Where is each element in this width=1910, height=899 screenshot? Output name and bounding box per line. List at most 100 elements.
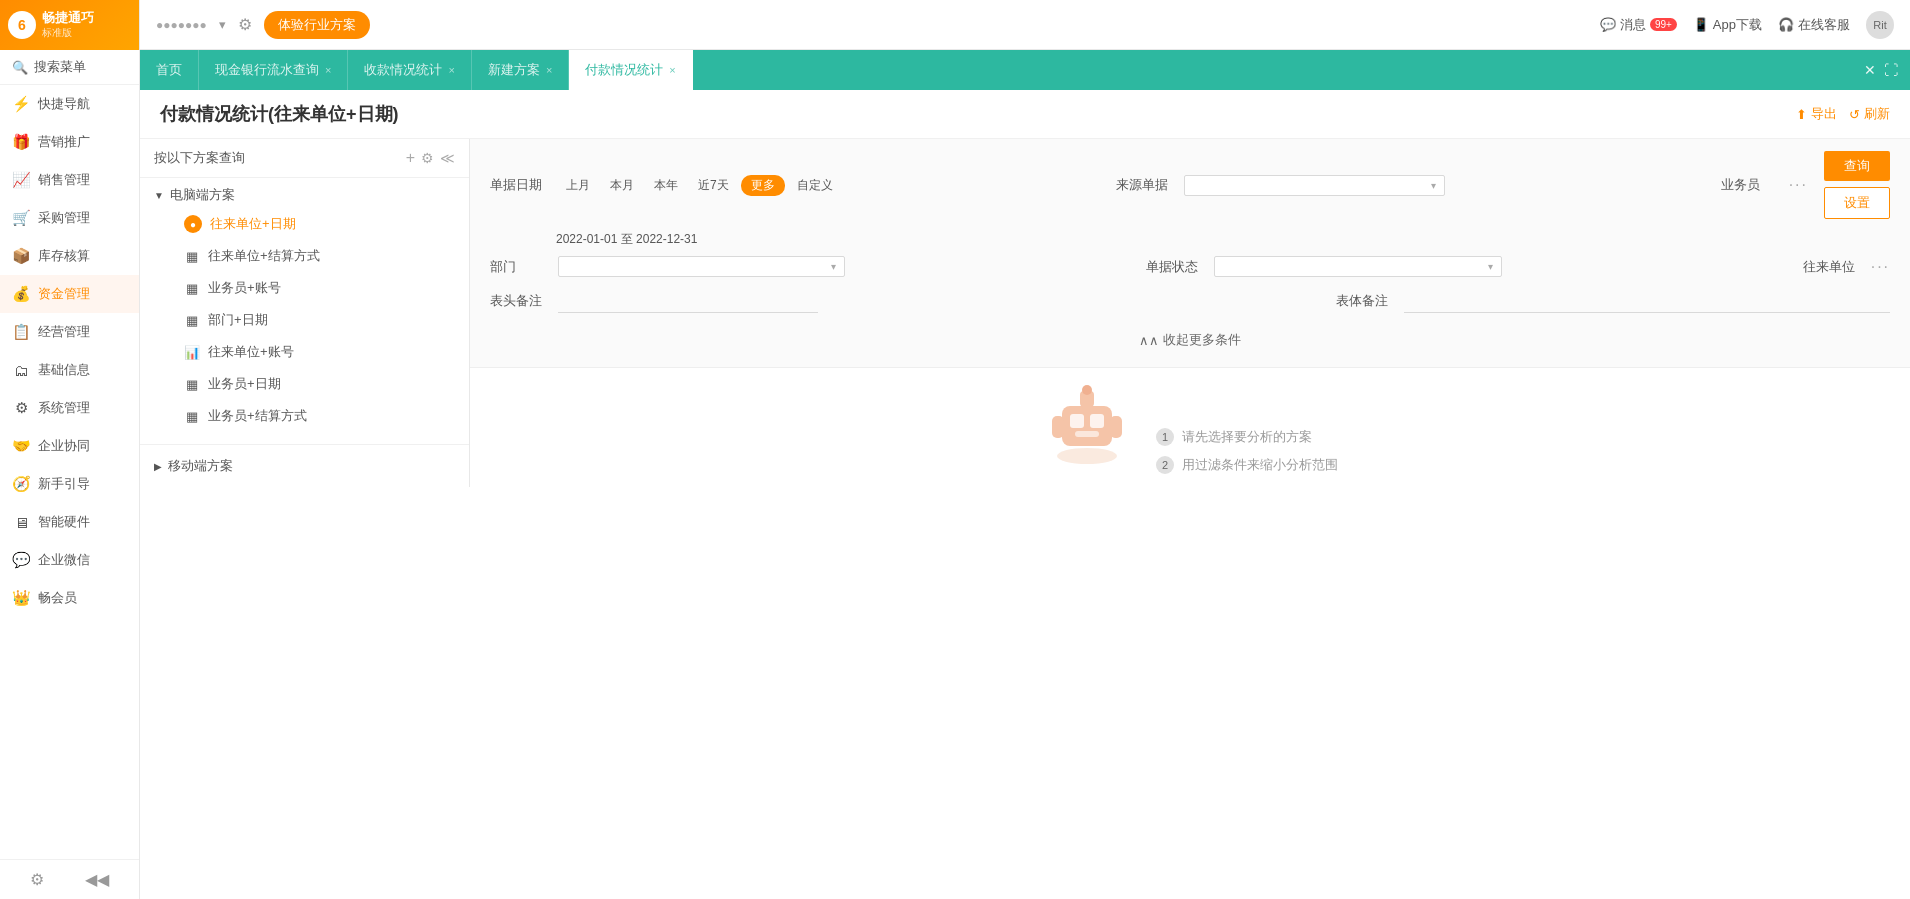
message-action[interactable]: 💬 消息 99+ [1600,16,1677,34]
scheme-item-dept-date[interactable]: ▦ 部门+日期 [154,304,455,336]
export-icon: ⬆ [1796,107,1807,122]
desktop-section-title[interactable]: ▼ 电脑端方案 [154,186,455,204]
date-range-row: 2022-01-01 至 2022-12-31 [490,231,1890,248]
counterpart-dots[interactable]: ··· [1871,258,1890,276]
refresh-btn[interactable]: ↺ 刷新 [1849,105,1890,123]
tab-fullscreen-icon[interactable]: ⛶ [1884,62,1898,78]
purchase-label: 采购管理 [38,209,90,227]
tab-bank-close[interactable]: × [325,64,331,76]
search-label: 搜索菜单 [34,58,86,76]
sidebar-item-basic[interactable]: 🗂 基础信息 [0,351,139,389]
hint-num-2: 2 [1156,456,1174,474]
export-btn[interactable]: ⬆ 导出 [1796,105,1837,123]
header-note-input[interactable] [558,289,818,313]
sidebar-item-sales[interactable]: 📈 销售管理 [0,161,139,199]
empty-hints: 1 请先选择要分析的方案 2 用过滤条件来缩小分析范围 [1156,428,1338,474]
scheme-settings-icon[interactable]: ⚙ [421,150,434,166]
tab-home[interactable]: 首页 [140,50,199,90]
tab-collection-close[interactable]: × [448,64,454,76]
sidebar-item-wechat[interactable]: 💬 企业微信 [0,541,139,579]
user-avatar[interactable]: Rit [1866,11,1894,39]
sidebar-item-quicknav[interactable]: ⚡ 快捷导航 [0,85,139,123]
scheme-item-counterpart-account[interactable]: 📊 往来单位+账号 [154,336,455,368]
tab-close-all-icon[interactable]: ✕ [1864,62,1876,78]
tab-new-plan-close[interactable]: × [546,64,552,76]
topbar-user: ●●●●●●● [156,18,207,32]
tab-new-plan[interactable]: 新建方案 × [472,50,569,90]
app-download-label: App下载 [1713,16,1762,34]
collapse-sidebar-icon[interactable]: ◀◀ [85,870,109,889]
scheme-item-staff-settle[interactable]: ▦ 业务员+结算方式 [154,400,455,432]
logo-sub: 标准版 [42,26,94,40]
dept-select[interactable]: ▾ [558,256,845,277]
desktop-arrow-icon: ▼ [154,190,164,201]
system-label: 系统管理 [38,399,90,417]
logo-title: 畅捷通巧 [42,10,94,26]
hardware-label: 智能硬件 [38,513,90,531]
sidebar-item-vip[interactable]: 👑 畅会员 [0,579,139,617]
logo-text-group: 畅捷通巧 标准版 [42,10,94,40]
settings-bottom-icon[interactable]: ⚙ [30,870,44,889]
topbar-settings-icon[interactable]: ⚙ [238,15,252,34]
funds-icon: 💰 [12,285,30,303]
main-area: ●●●●●●● ▾ ⚙ 体验行业方案 💬 消息 99+ 📱 App下载 🎧 在线… [140,0,1910,899]
tab-home-label: 首页 [156,61,182,79]
tab-bank[interactable]: 现金银行流水查询 × [199,50,348,90]
tab-payment[interactable]: 付款情况统计 × [569,50,692,90]
date-option-thisyear[interactable]: 本年 [646,174,686,197]
filter-btn-group: 查询 设置 [1824,151,1890,219]
scheme-item-staff-date[interactable]: ▦ 业务员+日期 [154,368,455,400]
scheme-item-counterpart-settle[interactable]: ▦ 往来单位+结算方式 [154,240,455,272]
tab-bank-label: 现金银行流水查询 [215,61,319,79]
sidebar-item-purchase[interactable]: 🛒 采购管理 [0,199,139,237]
sidebar-item-system[interactable]: ⚙ 系统管理 [0,389,139,427]
dept-select-arrow: ▾ [831,261,836,272]
scheme-icon-6: ▦ [184,408,200,424]
scheme-item-counterpart-date[interactable]: ● 往来单位+日期 [154,208,455,240]
date-option-more[interactable]: 更多 [741,175,785,196]
sidebar-item-funds[interactable]: 💰 资金管理 [0,275,139,313]
system-icon: ⚙ [12,399,30,417]
marketing-label: 营销推广 [38,133,90,151]
mobile-section-title[interactable]: ▶ 移动端方案 [154,457,455,475]
scheme-item-staff-account-label: 业务员+账号 [208,279,281,297]
sidebar-item-marketing[interactable]: 🎁 营销推广 [0,123,139,161]
body-note-input[interactable] [1404,289,1890,313]
trial-btn[interactable]: 体验行业方案 [264,11,370,39]
scheme-icon-3: ▦ [184,312,200,328]
empty-hint-2: 2 用过滤条件来缩小分析范围 [1156,456,1338,474]
date-option-lastmonth[interactable]: 上月 [558,174,598,197]
sidebar-item-hardware[interactable]: 🖥 智能硬件 [0,503,139,541]
app-download-action[interactable]: 📱 App下载 [1693,16,1762,34]
scheme-item-staff-account[interactable]: ▦ 业务员+账号 [154,272,455,304]
status-select[interactable]: ▾ [1214,256,1501,277]
sidebar-search-menu[interactable]: 🔍 搜索菜单 [0,50,139,85]
quicknav-label: 快捷导航 [38,95,90,113]
date-option-thismonth[interactable]: 本月 [602,174,642,197]
sidebar-item-enterprise[interactable]: 🤝 企业协同 [0,427,139,465]
staff-dots[interactable]: ··· [1789,176,1808,194]
tab-collection[interactable]: 收款情况统计 × [348,50,471,90]
topbar-dropdown-arrow[interactable]: ▾ [219,17,226,32]
query-btn[interactable]: 查询 [1824,151,1890,181]
tab-payment-close[interactable]: × [669,64,675,76]
basic-label: 基础信息 [38,361,90,379]
source-label: 来源单据 [1116,176,1168,194]
service-icon: 🎧 [1778,17,1794,32]
scheme-add-icon[interactable]: + [406,149,415,167]
sidebar-item-guide[interactable]: 🧭 新手引导 [0,465,139,503]
filter-row-1: 单据日期 上月 本月 本年 近7天 更多 自定义 来源单据 [490,151,1890,219]
source-select[interactable]: ▾ [1184,175,1445,196]
scheme-divider [140,444,469,445]
guide-icon: 🧭 [12,475,30,493]
sidebar-header: 6 畅捷通巧 标准版 [0,0,139,50]
basic-icon: 🗂 [12,361,30,379]
scheme-collapse-icon[interactable]: ≪ [440,150,455,166]
date-option-7days[interactable]: 近7天 [690,174,737,197]
collapse-btn[interactable]: ∧∧ 收起更多条件 [1133,325,1247,355]
sidebar-item-operations[interactable]: 📋 经营管理 [0,313,139,351]
date-option-custom[interactable]: 自定义 [789,174,841,197]
settings-btn[interactable]: 设置 [1824,187,1890,219]
online-service-action[interactable]: 🎧 在线客服 [1778,16,1850,34]
sidebar-item-inventory[interactable]: 📦 库存核算 [0,237,139,275]
